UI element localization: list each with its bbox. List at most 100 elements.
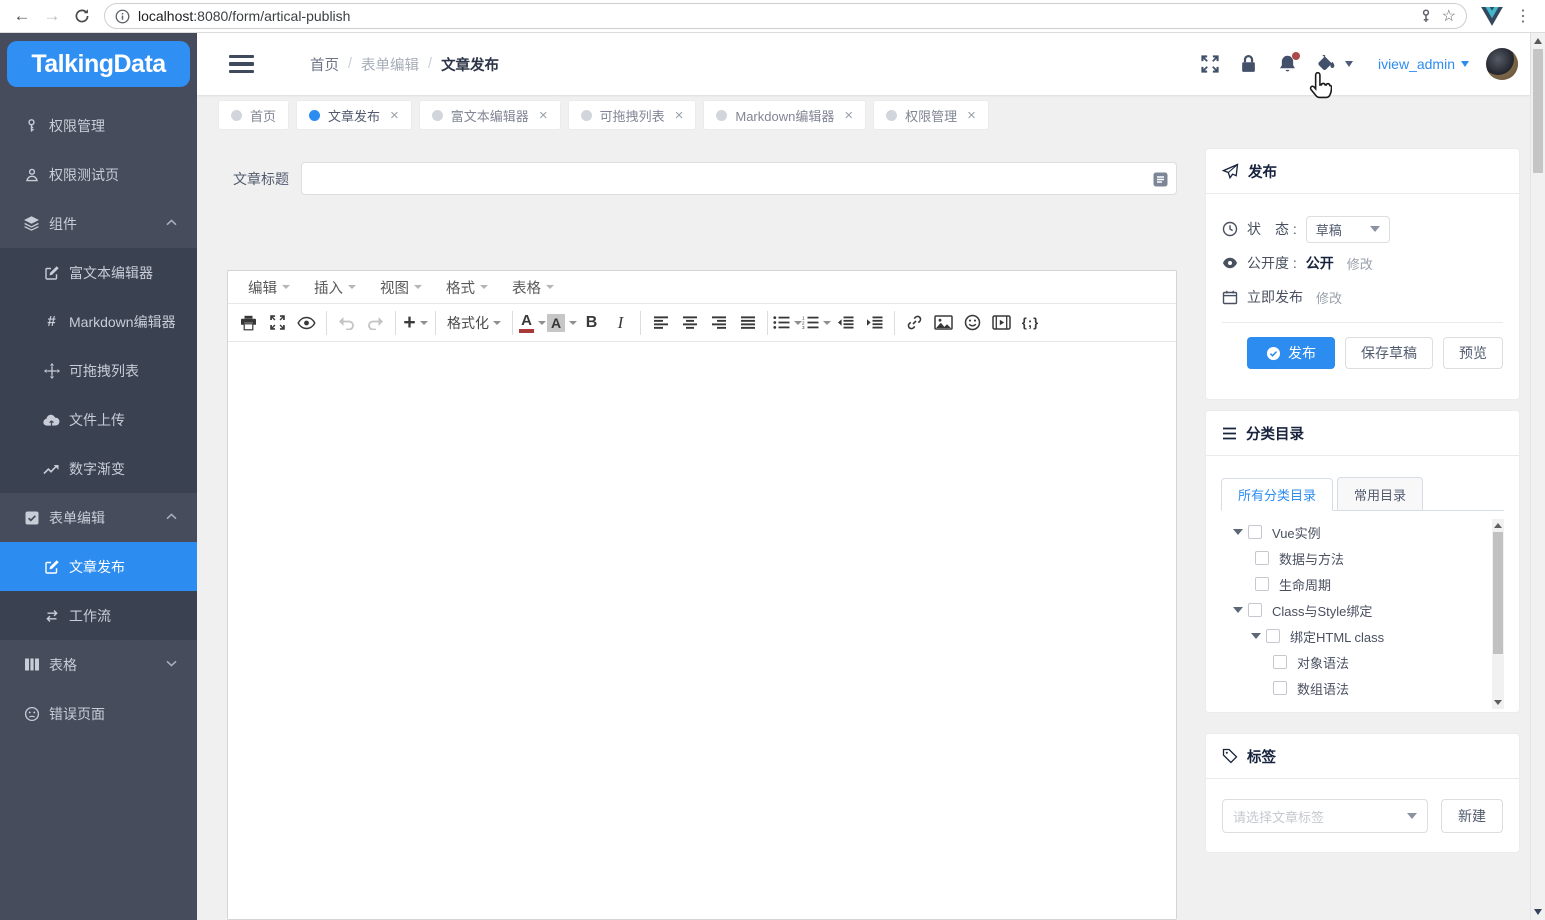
sidebar-group-components[interactable]: 组件 xyxy=(0,199,197,248)
editor-menu-edit[interactable]: 编辑 xyxy=(236,277,302,298)
close-icon[interactable]: × xyxy=(675,108,684,123)
address-bar[interactable]: localhost:8080/form/artical-publish ☆ xyxy=(104,3,1467,29)
sidebar-item-draggable-list[interactable]: 可拖拽列表 xyxy=(0,346,197,395)
logo[interactable]: TalkingData xyxy=(7,41,190,87)
indent-icon[interactable] xyxy=(860,308,889,337)
schedule-modify-link[interactable]: 修改 xyxy=(1316,288,1342,307)
sidebar-group-table[interactable]: 表格 xyxy=(0,640,197,689)
format-select[interactable]: 格式化 xyxy=(441,308,507,337)
tree-node[interactable]: 绑定HTML class xyxy=(1221,623,1504,649)
link-icon[interactable] xyxy=(900,308,929,337)
sidebar-item-markdown[interactable]: # Markdown编辑器 xyxy=(0,297,197,346)
tab-draggable-list[interactable]: 可拖拽列表 × xyxy=(567,100,697,130)
align-justify-icon[interactable] xyxy=(733,308,762,337)
emoticon-icon[interactable] xyxy=(958,308,987,337)
bullet-list-icon[interactable] xyxy=(773,308,802,337)
article-title-input[interactable] xyxy=(301,162,1177,195)
breadcrumb-section[interactable]: 表单编辑 xyxy=(361,54,419,75)
browser-back-icon[interactable]: ← xyxy=(10,4,34,28)
sidebar-group-form-edit[interactable]: 表单编辑 xyxy=(0,493,197,542)
background-color-icon[interactable]: A xyxy=(547,308,577,337)
user-menu[interactable]: iview_admin xyxy=(1378,56,1469,72)
checkbox[interactable] xyxy=(1266,629,1280,643)
align-left-icon[interactable] xyxy=(646,308,675,337)
page-info-icon[interactable] xyxy=(115,9,130,24)
undo-icon[interactable] xyxy=(332,308,361,337)
close-icon[interactable]: × xyxy=(539,108,548,123)
outdent-icon[interactable] xyxy=(831,308,860,337)
editor-menu-insert[interactable]: 插入 xyxy=(302,277,368,298)
browser-menu-icon[interactable]: ⋮ xyxy=(1515,6,1531,26)
sidebar-item-rich-editor[interactable]: 富文本编辑器 xyxy=(0,248,197,297)
collapse-menu-icon[interactable] xyxy=(229,54,254,74)
publish-button[interactable]: 发布 xyxy=(1247,337,1335,369)
password-key-icon[interactable] xyxy=(1418,8,1434,24)
tree-node[interactable]: Class与Style绑定 xyxy=(1221,597,1504,623)
scroll-down-icon[interactable] xyxy=(1534,909,1542,915)
tab-permission[interactable]: 权限管理 × xyxy=(873,100,989,130)
browser-forward-icon[interactable]: → xyxy=(40,4,64,28)
checkbox[interactable] xyxy=(1255,577,1269,591)
close-icon[interactable]: × xyxy=(844,108,853,123)
numbered-list-icon[interactable]: 123 xyxy=(802,308,831,337)
editor-menu-table[interactable]: 表格 xyxy=(500,277,566,298)
sidebar-item-workflow[interactable]: 工作流 xyxy=(0,591,197,640)
preview-button[interactable]: 预览 xyxy=(1443,337,1503,369)
fullscreen-icon[interactable] xyxy=(1199,53,1221,75)
preview-eye-icon[interactable] xyxy=(292,308,321,337)
url-text[interactable]: localhost:8080/form/artical-publish xyxy=(138,8,1410,24)
redo-icon[interactable] xyxy=(361,308,390,337)
tree-expand-icon[interactable] xyxy=(1233,607,1243,613)
align-right-icon[interactable] xyxy=(704,308,733,337)
tab-common-categories[interactable]: 常用目录 xyxy=(1337,477,1424,510)
tree-scrollbar[interactable] xyxy=(1492,519,1504,709)
sidebar-item-upload[interactable]: 文件上传 xyxy=(0,395,197,444)
image-icon[interactable] xyxy=(929,308,958,337)
notification-bell-icon[interactable] xyxy=(1277,52,1300,75)
bold-icon[interactable]: B xyxy=(577,308,606,337)
browser-reload-icon[interactable] xyxy=(70,4,94,28)
tree-node[interactable]: 生命周期 xyxy=(1221,571,1504,597)
checkbox[interactable] xyxy=(1273,681,1287,695)
close-icon[interactable]: × xyxy=(967,108,976,123)
editor-content-area[interactable] xyxy=(228,342,1176,919)
scrollbar-thumb[interactable] xyxy=(1493,532,1503,654)
visibility-modify-link[interactable]: 修改 xyxy=(1347,254,1373,273)
tree-node[interactable]: 对象语法 xyxy=(1221,649,1504,675)
theme-caret-icon[interactable] xyxy=(1344,61,1353,67)
sidebar-item-permission-test[interactable]: 权限测试页 xyxy=(0,150,197,199)
page-scrollbar[interactable] xyxy=(1530,33,1545,920)
close-icon[interactable]: × xyxy=(390,108,399,123)
tree-node[interactable]: 数组语法 xyxy=(1221,675,1504,701)
checkbox[interactable] xyxy=(1255,551,1269,565)
vue-devtools-icon[interactable] xyxy=(1481,6,1503,26)
tree-node[interactable]: Vue实例 xyxy=(1221,519,1504,545)
editor-menu-format[interactable]: 格式 xyxy=(434,277,500,298)
tab-rich-editor[interactable]: 富文本编辑器 × xyxy=(418,100,561,130)
scroll-up-icon[interactable] xyxy=(1534,38,1542,44)
status-select[interactable]: 草稿 xyxy=(1305,215,1390,243)
insert-plus-icon[interactable]: + xyxy=(401,308,430,337)
new-tag-button[interactable]: 新建 xyxy=(1441,799,1503,833)
bookmark-star-icon[interactable]: ☆ xyxy=(1442,6,1456,26)
sidebar-item-error-page[interactable]: 错误页面 xyxy=(0,689,197,738)
scroll-down-icon[interactable] xyxy=(1494,700,1502,705)
avatar[interactable] xyxy=(1486,48,1518,80)
checkbox[interactable] xyxy=(1248,603,1262,617)
code-icon[interactable]: {;} xyxy=(1016,308,1045,337)
sidebar-item-number[interactable]: 数字渐变 xyxy=(0,444,197,493)
lock-icon[interactable] xyxy=(1238,53,1260,75)
checkbox[interactable] xyxy=(1273,655,1287,669)
font-color-icon[interactable]: A xyxy=(518,308,547,337)
editor-fullscreen-icon[interactable] xyxy=(263,308,292,337)
save-draft-button[interactable]: 保存草稿 xyxy=(1345,337,1433,369)
media-icon[interactable] xyxy=(987,308,1016,337)
tab-home[interactable]: 首页 xyxy=(218,100,290,130)
italic-icon[interactable]: I xyxy=(606,308,635,337)
tree-node[interactable]: 数据与方法 xyxy=(1221,545,1504,571)
tree-expand-icon[interactable] xyxy=(1251,633,1261,639)
tab-article-publish[interactable]: 文章发布 × xyxy=(296,100,412,130)
tags-select[interactable]: 请选择文章标签 xyxy=(1222,799,1428,833)
list-box-icon[interactable] xyxy=(1153,172,1168,187)
checkbox[interactable] xyxy=(1248,525,1262,539)
